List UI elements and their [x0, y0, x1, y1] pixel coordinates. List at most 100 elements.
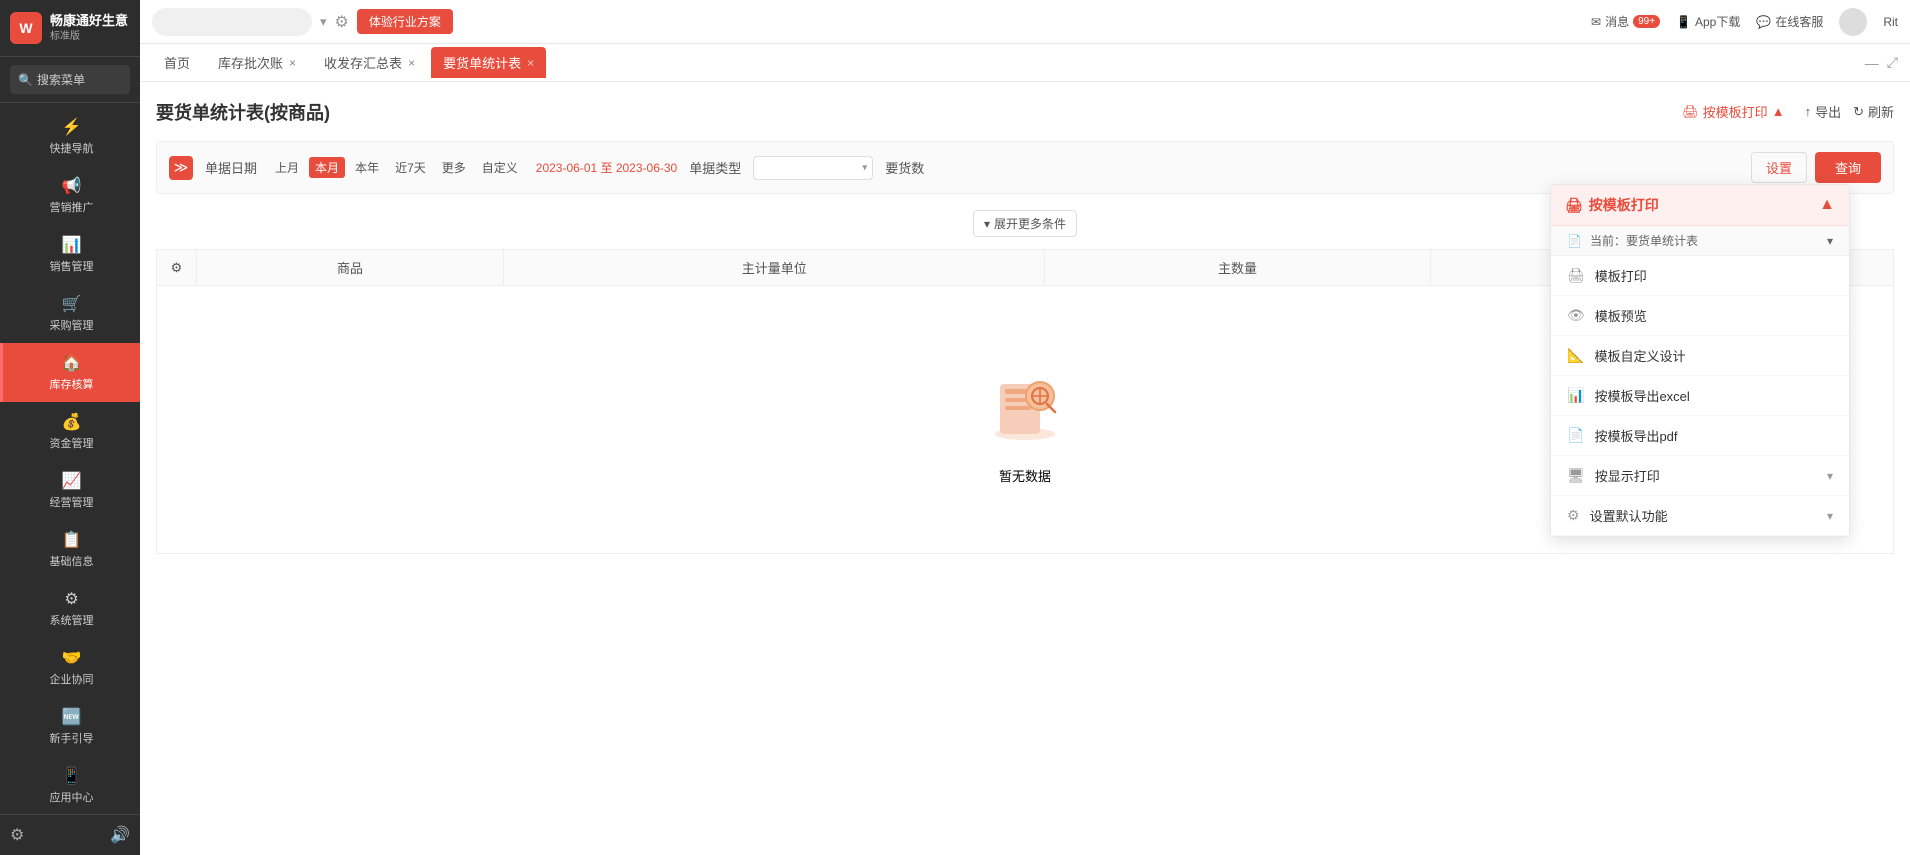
print-dropdown-title: 🖨 按模板打印	[1565, 195, 1659, 215]
topbar-search-input[interactable]	[152, 8, 312, 36]
logo-text: 畅康通好生意 标准版	[50, 12, 128, 44]
search-menu-label: 搜索菜单	[37, 71, 85, 88]
sidebar-search-area: 🔍 搜索菜单	[0, 57, 140, 103]
tab-batch-account[interactable]: 库存批次账 ×	[206, 47, 308, 78]
sidebar-item-basic[interactable]: 📋 基础信息	[0, 520, 140, 579]
type-filter-label: 单据类型	[689, 158, 741, 177]
tab-home[interactable]: 首页	[152, 47, 202, 78]
query-button[interactable]: 查询	[1815, 152, 1881, 183]
tab-collection-summary-close[interactable]: ×	[408, 56, 415, 70]
display-print-icon: 🖥	[1567, 467, 1585, 484]
tab-collection-summary-label: 收发存汇总表	[324, 53, 402, 72]
sidebar-item-sales[interactable]: 📊 销售管理	[0, 225, 140, 284]
print-dropdown-item-template-print[interactable]: 🖨 模板打印	[1551, 256, 1849, 296]
sidebar-item-operation[interactable]: 📈 经营管理	[0, 461, 140, 520]
app-version: 标准版	[50, 30, 128, 44]
system-icon: ⚙	[64, 589, 78, 609]
sidebar-item-appstore[interactable]: 📱 应用中心	[0, 756, 140, 814]
sidebar-item-purchase[interactable]: 🛒 采购管理	[0, 284, 140, 343]
date-btn-prev-month[interactable]: 上月	[269, 157, 305, 178]
tab-expand-button[interactable]: ⤢	[1887, 54, 1898, 71]
date-btn-current-year[interactable]: 本年	[349, 157, 385, 178]
message-button[interactable]: ✉ 消息 99+	[1591, 13, 1660, 30]
sidebar-item-marketing[interactable]: 📢 营销推广	[0, 166, 140, 225]
export-button[interactable]: ↑ 导出	[1805, 102, 1842, 121]
page-actions: 🖨 按模板打印 ▲ ↑ 导出 ↻ 刷新	[1674, 98, 1894, 125]
tab-batch-account-label: 库存批次账	[218, 53, 283, 72]
sidebar-item-guide[interactable]: 🆕 新手引导	[0, 697, 140, 756]
tab-minimize-button[interactable]: —	[1865, 55, 1879, 71]
current-template-chevron: ▾	[1827, 234, 1833, 248]
refresh-button[interactable]: ↻ 刷新	[1853, 102, 1894, 121]
page-header: 要货单统计表(按商品) 🖨 按模板打印 ▲ ↑ 导出 ↻ 刷新	[156, 98, 1894, 125]
sidebar-item-label: 采购管理	[50, 317, 94, 333]
print-dropdown-item-template-preview[interactable]: 👁 模板预览	[1551, 296, 1849, 336]
tab-batch-account-close[interactable]: ×	[289, 56, 296, 70]
template-pdf-label: 按模板导出pdf	[1594, 426, 1677, 445]
experience-button[interactable]: 体验行业方案	[357, 9, 453, 34]
date-btn-more[interactable]: 更多	[436, 157, 472, 178]
guide-icon: 🆕	[62, 707, 82, 727]
print-dropdown-item-display-print[interactable]: 🖥 按显示打印 ▾	[1551, 456, 1849, 496]
tab-order-summary[interactable]: 要货单统计表 ×	[431, 47, 546, 78]
type-filter-select[interactable]	[753, 156, 873, 180]
sidebar-item-system[interactable]: ⚙ 系统管理	[0, 579, 140, 638]
tab-order-summary-label: 要货单统计表	[443, 53, 521, 72]
logo-icon: W	[10, 12, 42, 44]
purchase-icon: 🛒	[62, 294, 82, 314]
default-setting-label: 设置默认功能	[1590, 506, 1668, 525]
message-label: 消息	[1605, 13, 1629, 30]
sidebar-item-quick-nav[interactable]: ⚡ 快捷导航	[0, 107, 140, 166]
online-service-button[interactable]: 💬 在线客服	[1756, 13, 1823, 30]
date-filter-options: 上月 本月 本年 近7天 更多 自定义	[269, 157, 524, 178]
template-pdf-icon: 📄	[1567, 427, 1584, 444]
sidebar-item-finance[interactable]: 💰 资金管理	[0, 402, 140, 461]
sidebar-item-label: 应用中心	[50, 789, 94, 805]
sidebar-item-enterprise[interactable]: 🤝 企业协同	[0, 638, 140, 697]
date-range-display: 2023-06-01 至 2023-06-30	[536, 159, 677, 176]
date-btn-custom[interactable]: 自定义	[476, 157, 524, 178]
basic-icon: 📋	[62, 530, 82, 550]
sidebar-item-label: 快捷导航	[50, 140, 94, 156]
print-dropdown-item-template-custom[interactable]: 📐 模板自定义设计	[1551, 336, 1849, 376]
operation-icon: 📈	[62, 471, 82, 491]
print-dropdown-current: 📄 当前：要货单统计表 ▾	[1551, 226, 1849, 256]
topbar-gear-icon[interactable]: ⚙	[335, 12, 349, 32]
topbar: ▾ ⚙ 体验行业方案 ✉ 消息 99+ 📱 App下载 💬 在线客服 Rit	[140, 0, 1910, 44]
print-dropdown-item-template-excel[interactable]: 📊 按模板导出excel	[1551, 376, 1849, 416]
date-btn-current-month[interactable]: 本月	[309, 157, 345, 178]
page: 要货单统计表(按商品) 🖨 按模板打印 ▲ ↑ 导出 ↻ 刷新	[140, 82, 1910, 855]
print-dropdown-close-button[interactable]: ▲	[1819, 196, 1835, 214]
settings-footer-button[interactable]: ⚙	[10, 825, 24, 845]
current-template-label: 当前：要货单统计表	[1590, 232, 1698, 249]
filter-expand-icon-button[interactable]: ≫	[169, 156, 193, 180]
online-service-label: 在线客服	[1775, 13, 1823, 30]
print-dropdown-item-default-setting[interactable]: ⚙ 设置默认功能 ▾	[1551, 496, 1849, 536]
default-setting-icon: ⚙	[1567, 507, 1580, 524]
sidebar-item-inventory[interactable]: 🏠 库存核算	[0, 343, 140, 402]
printer-dropdown-icon: 🖨	[1565, 197, 1583, 214]
user-avatar[interactable]	[1839, 8, 1867, 36]
content-area: 要货单统计表(按商品) 🖨 按模板打印 ▲ ↑ 导出 ↻ 刷新	[140, 82, 1910, 855]
print-dropdown-item-template-pdf[interactable]: 📄 按模板导出pdf	[1551, 416, 1849, 456]
expand-more-conditions-button[interactable]: ▾ 展开更多条件	[973, 210, 1077, 237]
table-th-quantity: 主数量	[1045, 250, 1430, 286]
tab-collection-summary[interactable]: 收发存汇总表 ×	[312, 47, 427, 78]
search-menu-button[interactable]: 🔍 搜索菜单	[10, 65, 130, 94]
table-th-settings[interactable]: ⚙	[157, 250, 197, 286]
topbar-chevron-icon[interactable]: ▾	[320, 14, 327, 30]
topbar-right: ✉ 消息 99+ 📱 App下载 💬 在线客服 Rit	[1591, 8, 1898, 36]
date-btn-last7days[interactable]: 近7天	[389, 157, 432, 178]
settings-button[interactable]: 设置	[1751, 152, 1807, 183]
app-download-icon: 📱	[1676, 15, 1691, 29]
sidebar: W 畅康通好生意 标准版 🔍 搜索菜单 ⚡ 快捷导航 📢 营销推广 📊 销售管理…	[0, 0, 140, 855]
audio-footer-button[interactable]: 🔊	[110, 825, 130, 845]
quick-nav-icon: ⚡	[62, 117, 82, 137]
inventory-icon: 🏠	[62, 353, 82, 373]
template-preview-icon: 👁	[1567, 307, 1585, 324]
sidebar-item-label: 新手引导	[50, 730, 94, 746]
app-download-button[interactable]: 📱 App下载	[1676, 13, 1740, 30]
display-print-label: 按显示打印	[1595, 466, 1660, 485]
print-template-button[interactable]: 🖨 按模板打印 ▲	[1674, 98, 1792, 125]
tab-order-summary-close[interactable]: ×	[527, 56, 534, 70]
